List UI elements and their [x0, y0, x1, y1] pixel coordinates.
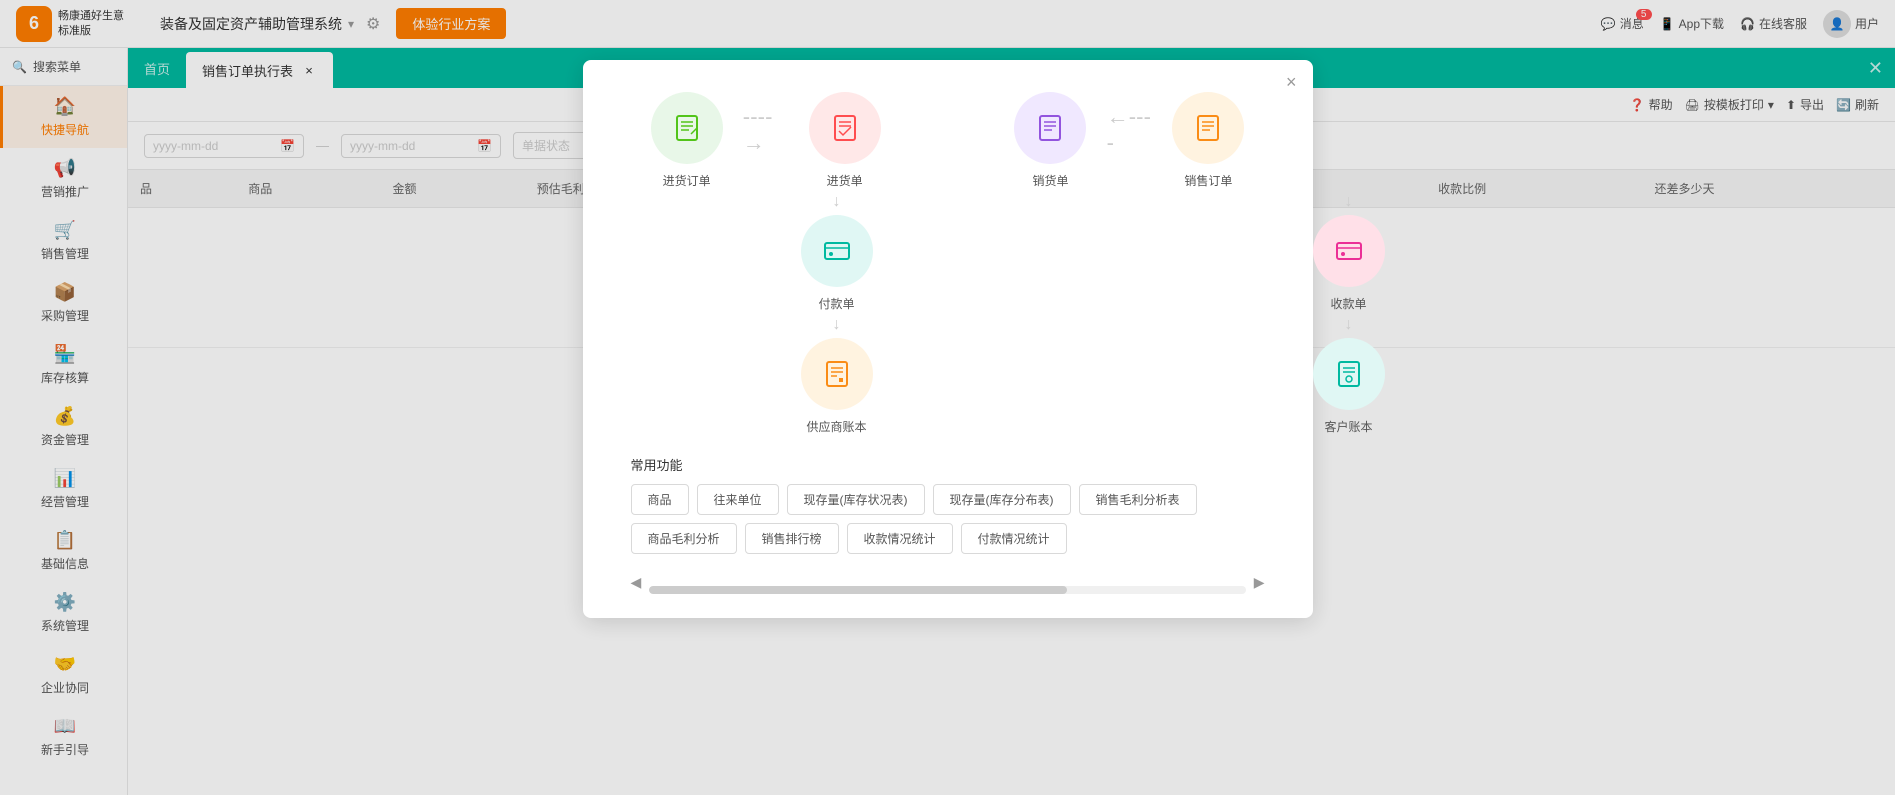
node-receipt-bill[interactable]: 收款单 — [1289, 215, 1409, 312]
scroll-left-arrow[interactable]: ◀ — [631, 574, 642, 591]
common-buttons-row1: 商品往来单位现存量(库存状况表) 现存量(库存分布表) 销售毛利分析表商品毛利分析销… — [631, 484, 1265, 554]
node-customer-ledger[interactable]: 客户账本 — [1289, 338, 1409, 435]
arrow-down-payment: ↓ — [777, 312, 897, 338]
overlay[interactable]: × 进货订单 - - - - → — [0, 0, 1895, 795]
common-function-button-0[interactable]: 商品 — [631, 484, 689, 515]
node-purchase-order[interactable]: 进货订单 — [631, 92, 743, 189]
node-sales-order[interactable]: 销售订单 — [1152, 92, 1264, 189]
arrow-down-sales-bill: ↓ — [1289, 189, 1409, 215]
supplier-ledger-circle — [801, 338, 873, 410]
popup-scrollbar-row: ◀ ▶ — [631, 570, 1265, 594]
customer-ledger-circle — [1313, 338, 1385, 410]
common-function-button-7[interactable]: 收款情况统计 — [847, 523, 953, 554]
common-function-button-1[interactable]: 往来单位 — [697, 484, 779, 515]
node-supplier-ledger[interactable]: 供应商账本 — [777, 338, 897, 435]
arrow-sales-order-to-bill: ← - - - - — [1107, 104, 1153, 178]
common-functions-section: 常用功能 商品往来单位现存量(库存状况表)现存量(库存分布表)销售毛利分析表商品… — [631, 455, 1265, 554]
common-function-button-4[interactable]: 销售毛利分析表 — [1079, 484, 1197, 515]
purchase-order-circle — [651, 92, 723, 164]
common-function-button-8[interactable]: 付款情况统计 — [961, 523, 1067, 554]
payment-bill-circle — [801, 215, 873, 287]
common-function-button-5[interactable]: 商品毛利分析 — [631, 523, 737, 554]
scroll-right-arrow[interactable]: ▶ — [1254, 574, 1265, 591]
node-sales-bill[interactable]: 销货单 — [994, 92, 1106, 189]
common-functions-title: 常用功能 — [631, 455, 1265, 474]
node-purchase-bill[interactable]: 进货单 — [788, 92, 900, 189]
flow-diagram: 进货订单 - - - - → 进货单 — [631, 92, 1265, 435]
arrow-purchase-order-to-bill: - - - - → — [743, 104, 789, 178]
receipt-bill-circle — [1313, 215, 1385, 287]
purchase-bill-circle — [809, 92, 881, 164]
scrollbar-thumb — [649, 586, 1067, 594]
common-function-button-3[interactable]: 现存量(库存分布表) — [933, 484, 1071, 515]
arrow-down-receipt: ↓ — [1289, 312, 1409, 338]
sales-bill-circle — [1014, 92, 1086, 164]
popup-close-button[interactable]: × — [1286, 72, 1297, 93]
arrow-down-purchase-bill: ↓ — [777, 189, 897, 215]
common-function-button-6[interactable]: 销售排行榜 — [745, 523, 839, 554]
node-payment-bill[interactable]: 付款单 — [777, 215, 897, 312]
popup: × 进货订单 - - - - → — [583, 60, 1313, 618]
sales-order-circle — [1172, 92, 1244, 164]
popup-scrollbar[interactable] — [649, 586, 1245, 594]
common-function-button-2[interactable]: 现存量(库存状况表) — [787, 484, 925, 515]
